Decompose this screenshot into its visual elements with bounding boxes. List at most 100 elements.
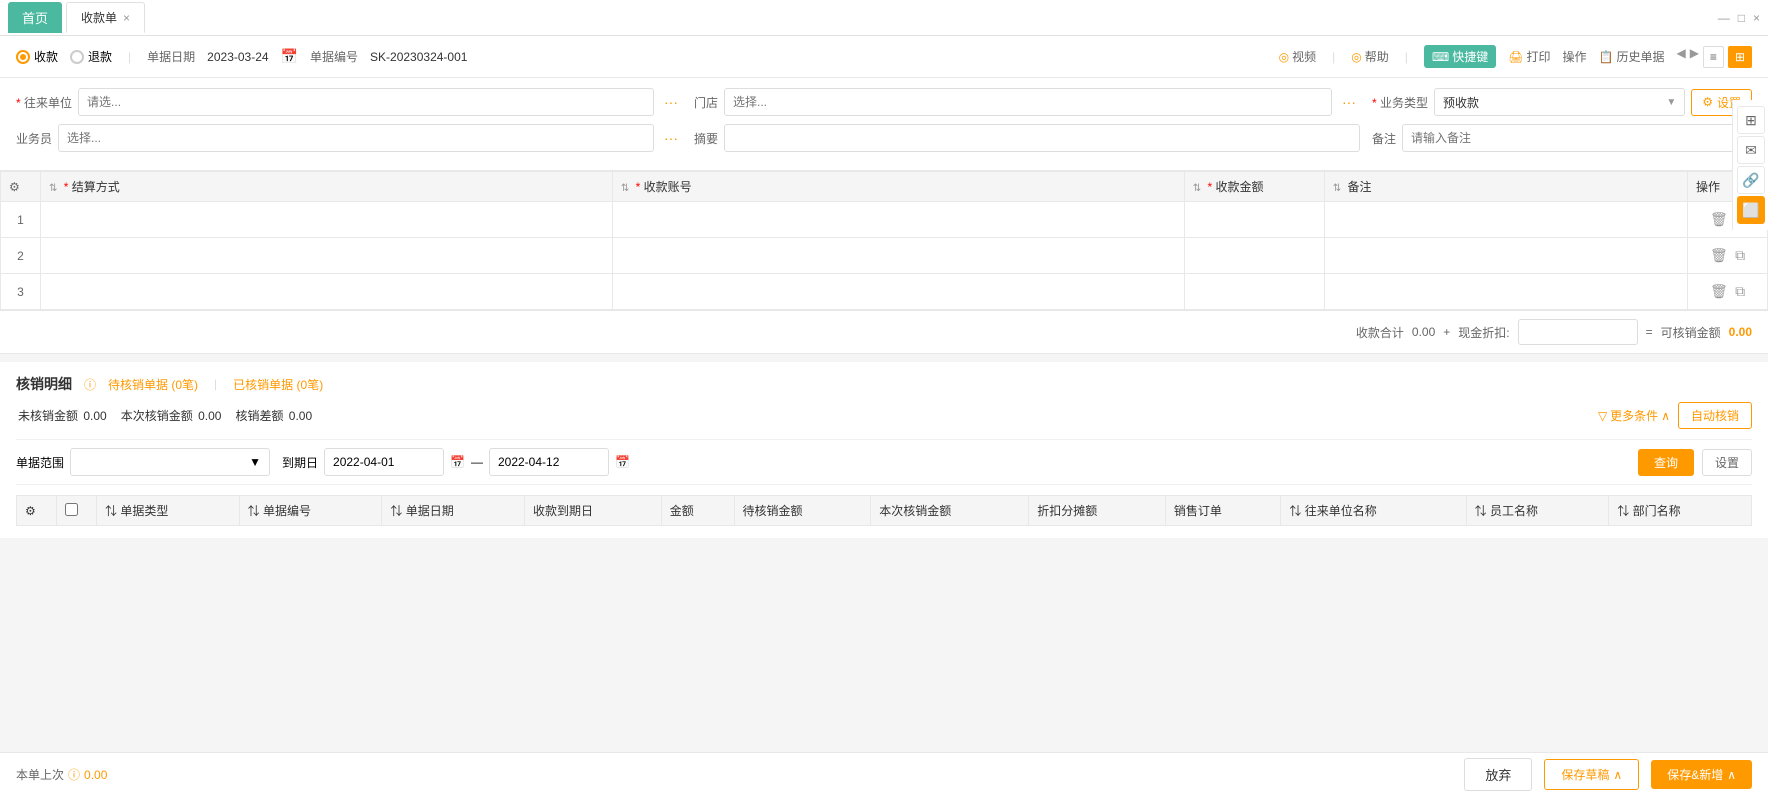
row-num-2: 2 [1, 238, 41, 274]
right-panel-btn-1[interactable]: ⊞ [1737, 106, 1765, 134]
row-amount-3[interactable] [1184, 274, 1324, 310]
row-account-3[interactable] [612, 274, 1184, 310]
operate-btn[interactable]: 操作 [1562, 48, 1586, 65]
biz-type-select[interactable]: 预收款 ▼ [1434, 88, 1685, 116]
pending-count: (0笔) [171, 378, 198, 392]
print-btn[interactable]: 🖨 打印 [1508, 48, 1550, 65]
tab-close-btn[interactable]: × [123, 11, 130, 25]
th-amount-label: 收款金额 [1207, 180, 1263, 194]
row-remark-1[interactable] [1324, 202, 1687, 238]
row-amount-1[interactable] [1184, 202, 1324, 238]
sort-settlement[interactable]: ⇅ [49, 183, 57, 194]
query-btn[interactable]: 查询 [1638, 449, 1694, 476]
row-account-2[interactable] [612, 238, 1184, 274]
tab-home[interactable]: 首页 [8, 2, 62, 33]
counterpart-more-icon[interactable]: ··· [660, 94, 682, 110]
history-btn[interactable]: 📋 历史单据 [1598, 48, 1664, 65]
bth-amount-label: 金额 [670, 504, 694, 518]
calendar-icon[interactable]: 📅 [281, 48, 298, 65]
copy-btn-3[interactable]: ⧉ [1735, 283, 1745, 299]
bth-sort-3[interactable]: ⇅ [390, 504, 402, 518]
footer-info-icon[interactable]: ⓘ [68, 766, 80, 783]
row-settlement-3[interactable] [41, 274, 613, 310]
staff-label: 业务员 [16, 130, 52, 147]
summary-input[interactable] [724, 124, 1360, 152]
staff-more-icon[interactable]: ··· [660, 130, 682, 146]
delete-btn-3[interactable]: 🗑 [1710, 283, 1728, 299]
video-btn[interactable]: ◎ 视频 [1279, 48, 1317, 65]
done-tab[interactable]: 已核销单据 (0笔) [233, 376, 323, 393]
bth-sort-2[interactable]: ⇅ [248, 504, 260, 518]
pending-tab[interactable]: 待核销单据 (0笔) [108, 376, 198, 393]
biz-type-value: 预收款 [1443, 94, 1479, 111]
minimize-btn[interactable]: — [1718, 11, 1730, 25]
row-remark-2[interactable] [1324, 238, 1687, 274]
maximize-btn[interactable]: □ [1738, 11, 1745, 25]
bth-sort-1[interactable]: ⇅ [105, 504, 117, 518]
discount-input[interactable] [1518, 319, 1638, 345]
sort-account[interactable]: ⇅ [621, 183, 629, 194]
save-new-chevron: ∧ [1727, 768, 1736, 782]
unverified-label: 未核销金额 [18, 409, 78, 423]
row-remark-3[interactable] [1324, 274, 1687, 310]
tab-active[interactable]: 收款单 × [66, 2, 145, 33]
save-new-btn[interactable]: 保存&新增 ∧ [1651, 760, 1752, 789]
select-all-checkbox[interactable] [65, 503, 78, 516]
done-tab-label: 已核销单据 [233, 378, 293, 392]
close-window-btn[interactable]: × [1753, 11, 1760, 25]
shortcut-btn[interactable]: ⌨ 快捷键 [1424, 45, 1496, 68]
range-select[interactable]: ▼ [70, 448, 270, 476]
date-from-calendar-icon[interactable]: 📅 [450, 455, 465, 469]
right-panel-btn-4[interactable]: ⬜ [1737, 196, 1765, 224]
number-value: SK-20230324-001 [370, 50, 467, 64]
row-amount-2[interactable] [1184, 238, 1324, 274]
bth-sales-order: 销售订单 [1165, 496, 1280, 526]
row-settlement-1[interactable] [41, 202, 613, 238]
view-grid-btn[interactable]: ⊞ [1728, 46, 1752, 68]
nav-next-btn[interactable]: ▶ [1690, 46, 1699, 68]
col-settings-icon[interactable]: ⚙ [9, 180, 20, 194]
remark-input[interactable] [1402, 124, 1752, 152]
row-account-1[interactable] [612, 202, 1184, 238]
help-label: 帮助 [1365, 48, 1389, 65]
store-more-icon[interactable]: ··· [1338, 94, 1360, 110]
delete-btn-2[interactable]: 🗑 [1710, 247, 1728, 263]
bth-discount-label: 折扣分摊额 [1037, 504, 1097, 518]
nav-prev-btn[interactable]: ◀ [1676, 46, 1685, 68]
delete-btn-1[interactable]: 🗑 [1710, 211, 1728, 227]
right-panel: ⊞ ✉ 🔗 ⬜ [1732, 100, 1768, 230]
radio-receive[interactable]: 收款 [16, 48, 58, 65]
bth-sort-4[interactable]: ⇅ [1289, 504, 1301, 518]
date-to-input[interactable] [489, 448, 609, 476]
pending-tab-label: 待核销单据 [108, 378, 168, 392]
verif-info-icon[interactable]: ⓘ [84, 376, 96, 393]
store-input[interactable] [724, 88, 1332, 116]
right-panel-btn-3[interactable]: 🔗 [1737, 166, 1765, 194]
abandon-btn[interactable]: 放弃 [1464, 758, 1532, 791]
bth-bill-no-label: 单据编号 [263, 504, 311, 518]
sort-remark[interactable]: ⇅ [1333, 183, 1341, 194]
date-from-input[interactable] [324, 448, 444, 476]
counterpart-input[interactable] [78, 88, 654, 116]
number-label: 单据编号 [310, 48, 358, 65]
th-settings[interactable]: ⚙ [1, 172, 41, 202]
row-settlement-2[interactable] [41, 238, 613, 274]
bth-sort-6[interactable]: ⇅ [1617, 504, 1629, 518]
right-panel-btn-2[interactable]: ✉ [1737, 136, 1765, 164]
th-account-label: 收款账号 [636, 180, 692, 194]
filter-settings-btn[interactable]: 设置 [1702, 449, 1752, 476]
view-list-btn[interactable]: ≡ [1703, 46, 1724, 68]
copy-btn-2[interactable]: ⧉ [1735, 247, 1745, 263]
save-draft-btn[interactable]: 保存草稿 ∧ [1544, 759, 1639, 790]
bth-checkbox[interactable] [57, 496, 97, 526]
staff-input[interactable] [58, 124, 654, 152]
radio-refund[interactable]: 退款 [70, 48, 112, 65]
date-to-calendar-icon[interactable]: 📅 [615, 455, 630, 469]
bth-sort-5[interactable]: ⇅ [1475, 504, 1487, 518]
range-filter: 单据范围 ▼ [16, 448, 270, 476]
help-btn[interactable]: ◎ 帮助 [1351, 48, 1389, 65]
more-conditions-btn[interactable]: ▽ 更多条件 ∧ [1598, 407, 1670, 424]
auto-verif-btn[interactable]: 自动核销 [1678, 402, 1752, 429]
sort-amount[interactable]: ⇅ [1193, 183, 1201, 194]
bth-settings[interactable]: ⚙ [17, 496, 57, 526]
